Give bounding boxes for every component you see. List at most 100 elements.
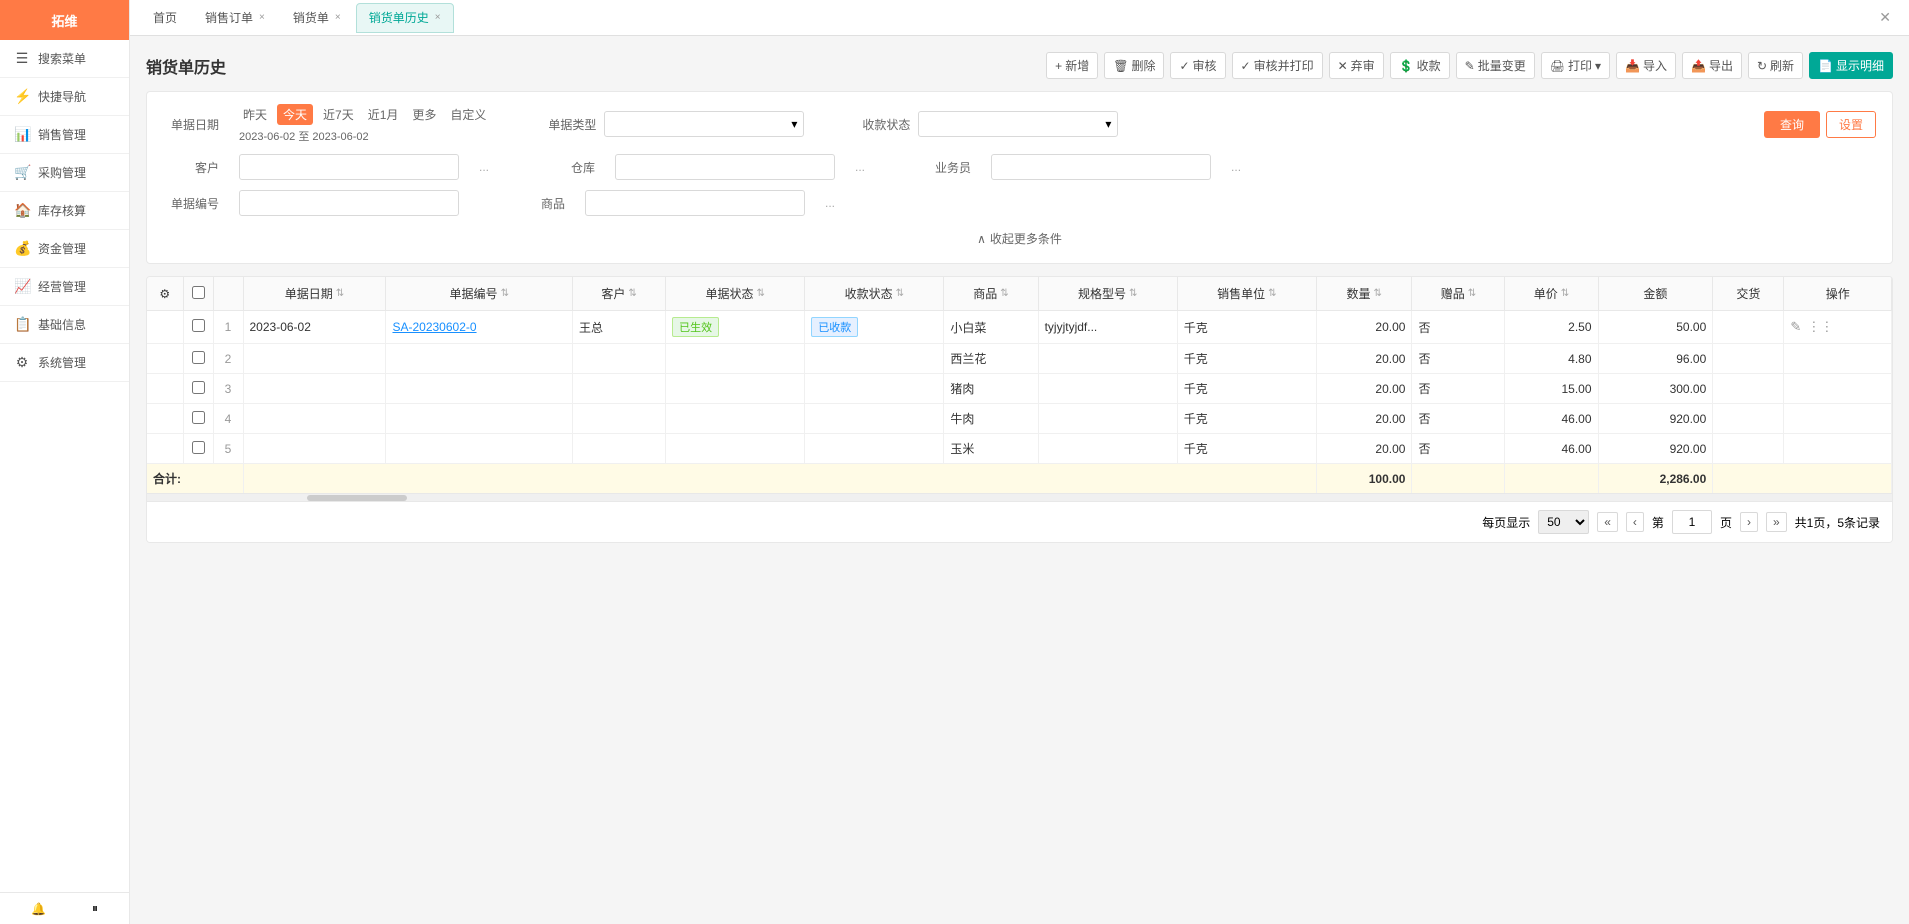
collect-button[interactable]: 💲 收款 [1390,52,1450,79]
spec-column-header[interactable]: 规格型号 ⇅ [1038,277,1177,311]
order-no-link[interactable]: SA-20230602-0 [392,320,476,334]
date-today[interactable]: 今天 [277,104,313,125]
tab-sales-order-close[interactable]: × [259,12,265,23]
date-col-label: 单据日期 [285,285,333,302]
sidebar-item-sales-mgmt[interactable]: 📊 销售管理 [0,116,129,154]
first-page-button[interactable]: « [1597,512,1618,532]
date-more[interactable]: 更多 [408,104,440,125]
print-button[interactable]: 🖨 打印 ▾ [1541,52,1610,79]
tab-sales-delivery-close[interactable]: × [335,12,341,23]
audit-button[interactable]: ✓ 审核 [1170,52,1225,79]
row-checkbox-cell[interactable] [183,344,213,374]
new-button[interactable]: + 新增 [1046,52,1098,79]
row-checkbox-cell[interactable] [183,311,213,344]
scrollbar-thumb[interactable] [307,495,407,501]
status-select[interactable]: ▾ [918,111,1118,137]
row-checkbox[interactable] [192,351,205,364]
unit-column-header[interactable]: 销售单位 ⇅ [1177,277,1316,311]
horizontal-scrollbar[interactable] [147,493,1892,501]
delete-button[interactable]: 🗑 删除 [1104,52,1164,79]
checkbox-column-header[interactable] [183,277,213,311]
notification-icon[interactable]: 🔔 [31,902,46,916]
tab-sales-order[interactable]: 销售订单 × [192,3,278,33]
import-button[interactable]: 📥 导入 [1616,52,1676,79]
customer-more[interactable]: ... [479,160,489,174]
unit-sort[interactable]: 销售单位 ⇅ [1217,285,1276,302]
date-7days[interactable]: 近7天 [319,104,358,125]
edit-icon[interactable]: ✎ [1790,319,1801,335]
abandon-button[interactable]: ✕ 弃审 [1329,52,1384,79]
date-1month[interactable]: 近1月 [364,104,403,125]
qty-sort[interactable]: 数量 ⇅ [1346,285,1381,302]
audit-print-button[interactable]: ✓ 审核并打印 [1232,52,1323,79]
qty-column-header[interactable]: 数量 ⇅ [1316,277,1412,311]
per-page-select[interactable]: 50 100 200 [1538,510,1589,534]
row-checkbox[interactable] [192,381,205,394]
page-number-input[interactable]: 1 [1672,510,1712,534]
gift-column-header[interactable]: 赠品 ⇅ [1412,277,1505,311]
price-sort[interactable]: 单价 ⇅ [1534,285,1569,302]
type-select[interactable]: ▾ [604,111,804,137]
next-page-button[interactable]: › [1740,512,1758,532]
goods-column-header[interactable]: 商品 ⇅ [944,277,1038,311]
pause-icon[interactable]: ⏸ [92,901,98,916]
query-button[interactable]: 查询 [1764,111,1820,138]
row-order-no[interactable]: SA-20230602-0 [386,311,573,344]
sidebar-item-search-menu[interactable]: ☰ 搜索菜单 [0,40,129,78]
goods-more[interactable]: ... [825,196,835,210]
order-no-input[interactable] [239,190,459,216]
date-yesterday[interactable]: 昨天 [239,104,271,125]
show-detail-button[interactable]: 📄 显示明细 [1809,52,1893,79]
sidebar-item-sys-mgmt[interactable]: ⚙ 系统管理 [0,344,129,382]
prev-page-button[interactable]: ‹ [1626,512,1644,532]
batch-change-button[interactable]: ✎ 批量变更 [1456,52,1535,79]
row-checkbox-cell[interactable] [183,374,213,404]
order-no-sort[interactable]: 单据编号 ⇅ [450,285,509,302]
sidebar-item-ops-mgmt[interactable]: 📈 经营管理 [0,268,129,306]
sidebar-item-inventory-calc[interactable]: 🏠 库存核算 [0,192,129,230]
warehouse-input[interactable] [615,154,835,180]
row-checkbox[interactable] [192,319,205,332]
salesman-input[interactable] [991,154,1211,180]
row-checkbox[interactable] [192,441,205,454]
pay-status-column-header[interactable]: 收款状态 ⇅ [805,277,944,311]
tab-sales-delivery[interactable]: 销货单 × [280,3,354,33]
date-sort[interactable]: 单据日期 ⇅ [285,285,344,302]
refresh-button[interactable]: ↻ 刷新 [1748,52,1803,79]
customer-column-header[interactable]: 客户 ⇅ [573,277,666,311]
set-button[interactable]: 设置 [1826,111,1876,138]
order-no-column-header[interactable]: 单据编号 ⇅ [386,277,573,311]
select-all-checkbox[interactable] [192,286,205,299]
more-action-icon[interactable]: ⋮⋮ [1807,319,1833,335]
gear-column-header[interactable]: ⚙ [147,277,183,311]
pay-status-sort[interactable]: 收款状态 ⇅ [845,285,904,302]
price-column-header[interactable]: 单价 ⇅ [1505,277,1598,311]
goods-input[interactable] [585,190,805,216]
date-column-header[interactable]: 单据日期 ⇅ [243,277,386,311]
customer-input[interactable] [239,154,459,180]
window-close-button[interactable]: ✕ [1871,9,1899,26]
tab-home[interactable]: 首页 [140,3,190,33]
row-order-no [386,404,573,434]
salesman-more[interactable]: ... [1231,160,1241,174]
gift-sort[interactable]: 赠品 ⇅ [1441,285,1476,302]
collapse-button[interactable]: ∧ 收起更多条件 [973,226,1066,251]
export-button[interactable]: 📤 导出 [1682,52,1742,79]
sidebar-item-basic-info[interactable]: 📋 基础信息 [0,306,129,344]
tab-sales-history-close[interactable]: × [435,12,441,23]
date-custom[interactable]: 自定义 [446,104,490,125]
sidebar-item-purchase-mgmt[interactable]: 🛒 采购管理 [0,154,129,192]
spec-sort[interactable]: 规格型号 ⇅ [1078,285,1137,302]
goods-sort[interactable]: 商品 ⇅ [973,285,1008,302]
row-checkbox[interactable] [192,411,205,424]
warehouse-more[interactable]: ... [855,160,865,174]
order-status-column-header[interactable]: 单据状态 ⇅ [666,277,805,311]
row-checkbox-cell[interactable] [183,434,213,464]
sidebar-item-quick-nav[interactable]: ⚡ 快捷导航 [0,78,129,116]
last-page-button[interactable]: » [1766,512,1787,532]
tab-sales-history[interactable]: 销货单历史 × [356,3,454,33]
customer-sort[interactable]: 客户 ⇅ [601,285,636,302]
order-status-sort[interactable]: 单据状态 ⇅ [705,285,764,302]
row-checkbox-cell[interactable] [183,404,213,434]
sidebar-item-fund-mgmt[interactable]: 💰 资金管理 [0,230,129,268]
